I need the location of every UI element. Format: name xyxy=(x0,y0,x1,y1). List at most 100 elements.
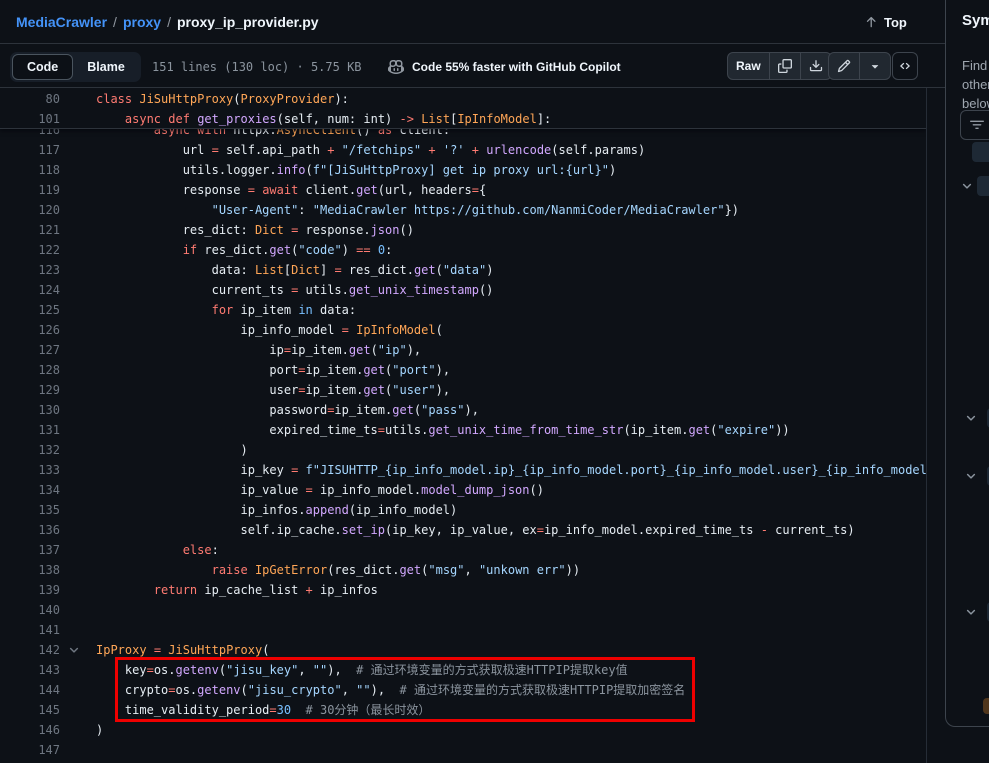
code-line-80: 80 class JiSuHttpProxy(ProxyProvider): xyxy=(0,89,926,109)
copy-raw-button[interactable] xyxy=(769,53,800,79)
line-number[interactable]: 143 xyxy=(0,660,60,680)
code-line-138: 138 raise IpGetError(res_dict.get("msg",… xyxy=(0,560,926,580)
symbols-panel: Symbols Find definitions and references … xyxy=(945,0,989,727)
symbols-description: Find definitions and references for func… xyxy=(962,56,989,113)
line-number[interactable]: 138 xyxy=(0,560,60,580)
code-line-137: 137 else: xyxy=(0,540,926,560)
code-brackets-icon xyxy=(898,59,912,73)
symbol-tree-item[interactable] xyxy=(965,408,989,428)
code-line-content: key=os.getenv("jisu_key", ""), # 通过环境变量的… xyxy=(96,660,628,680)
filter-icon xyxy=(970,118,984,132)
line-number[interactable]: 142 xyxy=(0,640,60,660)
code-viewport[interactable]: 116 async with httpx.AsyncClient() as cl… xyxy=(0,88,927,763)
code-line-128: 128 port=ip_item.get("port"), xyxy=(0,360,926,380)
code-line-content: expired_time_ts=utils.get_unix_time_from… xyxy=(96,420,790,440)
line-number[interactable]: 101 xyxy=(0,109,60,129)
chevron-down-icon xyxy=(965,606,977,618)
copilot-banner-text: Code 55% faster with GitHub Copilot xyxy=(412,60,621,74)
line-number[interactable]: 129 xyxy=(0,380,60,400)
line-number[interactable]: 137 xyxy=(0,540,60,560)
line-number[interactable]: 121 xyxy=(0,220,60,240)
line-number[interactable]: 128 xyxy=(0,360,60,380)
symbol-tree-item[interactable] xyxy=(961,176,989,196)
breadcrumb-bar: MediaCrawler/proxy/proxy_ip_provider.py … xyxy=(0,0,945,44)
code-line-124: 124 current_ts = utils.get_unix_timestam… xyxy=(0,280,926,300)
line-number[interactable]: 134 xyxy=(0,480,60,500)
code-line-134: 134 ip_value = ip_info_model.model_dump_… xyxy=(0,480,926,500)
line-number[interactable]: 132 xyxy=(0,440,60,460)
fold-chevron-down-icon[interactable] xyxy=(68,644,80,656)
line-number[interactable]: 144 xyxy=(0,680,60,700)
line-number[interactable]: 123 xyxy=(0,260,60,280)
code-line-content: time_validity_period=30 # 30分钟（最长时效） xyxy=(96,700,430,720)
line-number[interactable]: 140 xyxy=(0,600,60,620)
symbols-pane-toggle-button[interactable] xyxy=(892,52,918,80)
line-number[interactable]: 127 xyxy=(0,340,60,360)
line-number[interactable]: 139 xyxy=(0,580,60,600)
code-line-125: 125 for ip_item in data: xyxy=(0,300,926,320)
symbol-tree-item[interactable] xyxy=(965,466,989,486)
code-line-content: "User-Agent": "MediaCrawler https://gith… xyxy=(96,200,739,220)
line-number[interactable]: 125 xyxy=(0,300,60,320)
arrow-up-icon xyxy=(864,15,878,29)
code-line-content: data: List[Dict] = res_dict.get("data") xyxy=(96,260,493,280)
line-number[interactable]: 122 xyxy=(0,240,60,260)
line-number[interactable]: 136 xyxy=(0,520,60,540)
code-line-content: IpProxy = JiSuHttpProxy( xyxy=(96,640,269,660)
code-line-content: async def get_proxies(self, num: int) ->… xyxy=(96,109,551,129)
breadcrumb-separator: / xyxy=(161,14,177,30)
line-number[interactable]: 80 xyxy=(0,89,60,109)
code-line-140: 140 xyxy=(0,600,926,620)
code-line-127: 127 ip=ip_item.get("ip"), xyxy=(0,340,926,360)
scroll-to-top-button[interactable]: Top xyxy=(858,8,913,36)
breadcrumb-repo-link[interactable]: MediaCrawler xyxy=(16,14,107,30)
line-number[interactable]: 146 xyxy=(0,720,60,740)
line-number[interactable]: 147 xyxy=(0,740,60,760)
symbol-tree-item[interactable] xyxy=(983,698,989,714)
copilot-banner[interactable]: Code 55% faster with GitHub Copilot xyxy=(388,45,621,88)
code-line-136: 136 self.ip_cache.set_ip(ip_key, ip_valu… xyxy=(0,520,926,540)
code-line-content: port=ip_item.get("port"), xyxy=(96,360,450,380)
chevron-down-icon xyxy=(965,412,977,424)
symbol-tree-item[interactable] xyxy=(972,142,989,162)
code-line-117: 117 url = self.api_path + "/fetchips" + … xyxy=(0,140,926,160)
code-line-content: class JiSuHttpProxy(ProxyProvider): xyxy=(96,89,349,109)
code-line-content: res_dict: Dict = response.json() xyxy=(96,220,414,240)
code-line-content: url = self.api_path + "/fetchips" + '?' … xyxy=(96,140,645,160)
raw-button[interactable]: Raw xyxy=(728,53,769,79)
code-line-content: ) xyxy=(96,440,248,460)
breadcrumb-filename: proxy_ip_provider.py xyxy=(177,14,319,30)
tab-blame[interactable]: Blame xyxy=(73,54,139,80)
breadcrumb-folder-link[interactable]: proxy xyxy=(123,14,161,30)
code-line-123: 123 data: List[Dict] = res_dict.get("dat… xyxy=(0,260,926,280)
code-line-143: 143 key=os.getenv("jisu_key", ""), # 通过环… xyxy=(0,660,926,680)
code-blame-switch: Code Blame xyxy=(10,52,141,82)
line-number[interactable]: 130 xyxy=(0,400,60,420)
download-raw-button[interactable] xyxy=(800,53,831,79)
symbol-tree-item[interactable] xyxy=(965,602,989,622)
line-number[interactable]: 135 xyxy=(0,500,60,520)
code-line-101: 101 async def get_proxies(self, num: int… xyxy=(0,109,926,129)
line-number[interactable]: 133 xyxy=(0,460,60,480)
chevron-down-icon xyxy=(965,470,977,482)
edit-file-button[interactable] xyxy=(829,53,859,79)
code-line-129: 129 user=ip_item.get("user"), xyxy=(0,380,926,400)
code-line-content: for ip_item in data: xyxy=(96,300,356,320)
line-number[interactable]: 119 xyxy=(0,180,60,200)
line-number[interactable]: 118 xyxy=(0,160,60,180)
line-number[interactable]: 145 xyxy=(0,700,60,720)
line-number[interactable]: 117 xyxy=(0,140,60,160)
tab-code[interactable]: Code xyxy=(12,54,73,80)
edit-dropdown-button[interactable] xyxy=(859,53,890,79)
line-number[interactable]: 131 xyxy=(0,420,60,440)
line-number[interactable]: 126 xyxy=(0,320,60,340)
line-number[interactable]: 141 xyxy=(0,620,60,640)
file-info: 151 lines (130 loc) · 5.75 KB xyxy=(152,45,362,88)
line-number[interactable]: 124 xyxy=(0,280,60,300)
line-number[interactable]: 120 xyxy=(0,200,60,220)
symbols-filter-input[interactable] xyxy=(960,110,989,140)
code-line-content: ip_value = ip_info_model.model_dump_json… xyxy=(96,480,544,500)
code-line-144: 144 crypto=os.getenv("jisu_crypto", ""),… xyxy=(0,680,926,700)
code-line-141: 141 xyxy=(0,620,926,640)
code-line-content: ip=ip_item.get("ip"), xyxy=(96,340,421,360)
